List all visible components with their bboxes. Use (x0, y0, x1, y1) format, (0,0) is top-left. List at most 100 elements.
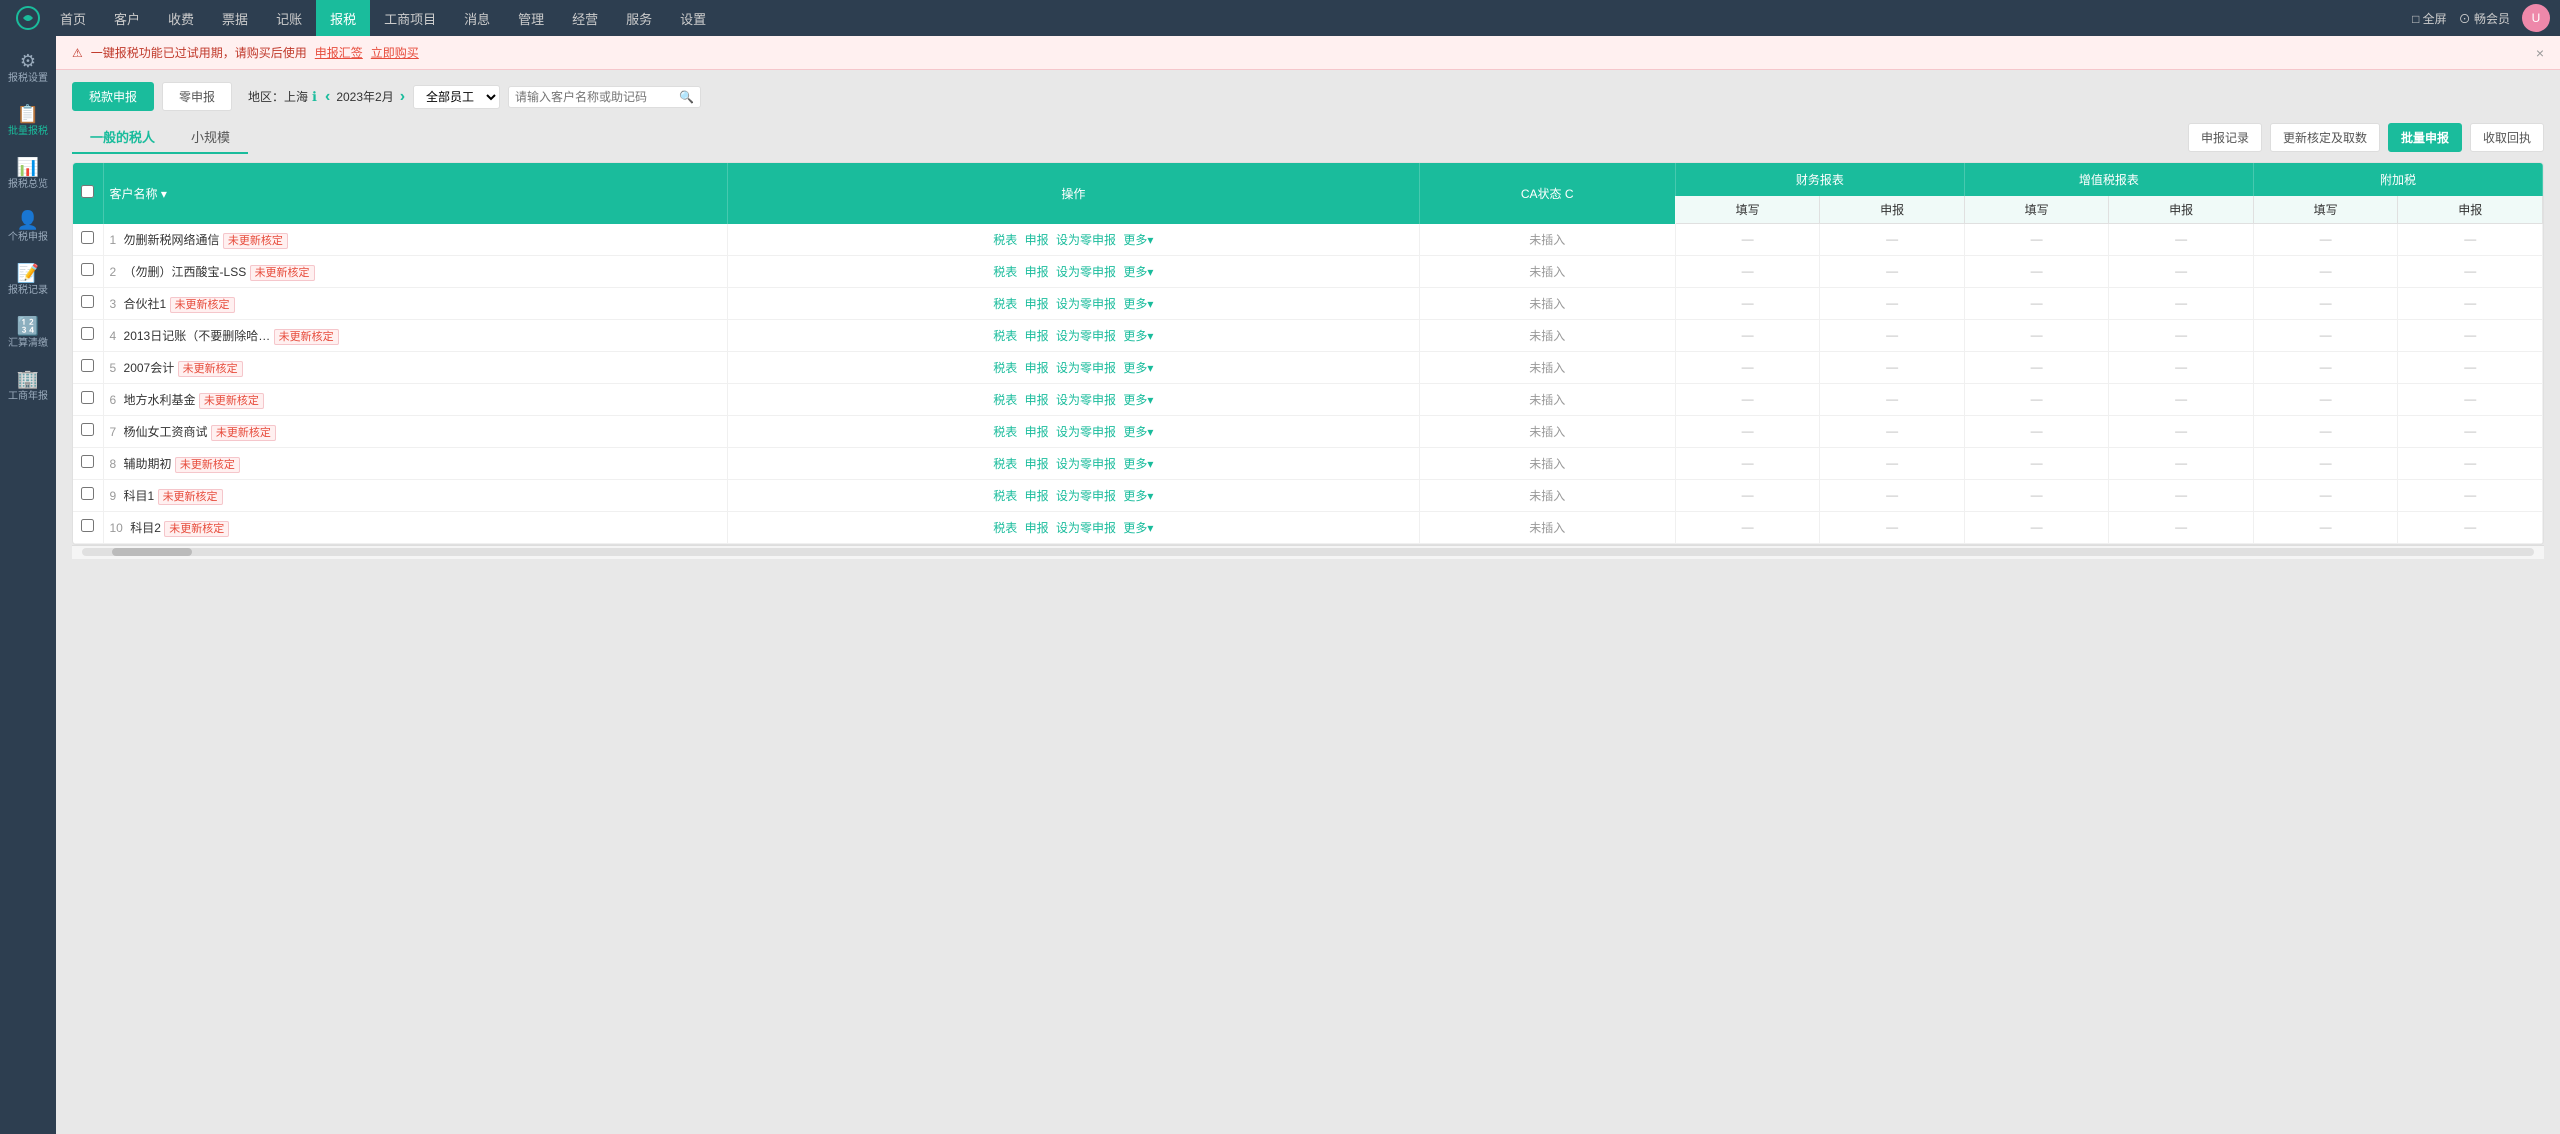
nav-business[interactable]: 工商项目 (370, 0, 450, 36)
row-checkbox-2[interactable] (81, 295, 94, 308)
member-button[interactable]: ⊙ 畅会员 (2459, 10, 2510, 27)
sidebar-item-personal-tax[interactable]: 👤 个税申报 (2, 203, 54, 252)
op-btn-0[interactable]: 税表 (993, 521, 1017, 535)
op-btn-3[interactable]: 更多▾ (1123, 489, 1153, 503)
region-info-icon[interactable]: ℹ (312, 89, 317, 105)
sidebar-item-tax-records[interactable]: 📝 报税记录 (2, 256, 54, 305)
banner-close-button[interactable]: × (2536, 45, 2544, 61)
tab-zero-declaration[interactable]: 零申报 (162, 82, 232, 111)
op-btn-3[interactable]: 更多▾ (1123, 393, 1153, 407)
op-btn-0[interactable]: 税表 (993, 233, 1017, 247)
search-icon[interactable]: 🔍 (679, 90, 694, 104)
op-btn-2[interactable]: 设为零申报 (1056, 521, 1116, 535)
op-btn-2[interactable]: 设为零申报 (1056, 457, 1116, 471)
op-btn-3[interactable]: 更多▾ (1123, 297, 1153, 311)
op-btn-0[interactable]: 税表 (993, 393, 1017, 407)
batch-tax-icon: 📋 (17, 105, 39, 123)
user-avatar[interactable]: U (2522, 4, 2550, 32)
op-btn-3[interactable]: 更多▾ (1123, 425, 1153, 439)
select-all-checkbox[interactable] (81, 185, 94, 198)
horizontal-scrollbar[interactable] (72, 545, 2544, 559)
op-btn-3[interactable]: 更多▾ (1123, 361, 1153, 375)
op-btn-1[interactable]: 申报 (1025, 329, 1049, 343)
date-next-button[interactable]: › (400, 88, 405, 106)
date-prev-button[interactable]: ‹ (325, 88, 330, 106)
unconfirmed-tag: 未更新核定 (158, 489, 223, 505)
row-checkbox-4[interactable] (81, 359, 94, 372)
op-btn-0[interactable]: 税表 (993, 329, 1017, 343)
row-checkbox-1[interactable] (81, 263, 94, 276)
nav-management[interactable]: 管理 (504, 0, 558, 36)
nav-billing[interactable]: 收费 (154, 0, 208, 36)
tab-tax-declaration[interactable]: 税款申报 (72, 82, 154, 111)
fullscreen-button[interactable]: □ 全屏 (2412, 10, 2447, 27)
op-btn-0[interactable]: 税表 (993, 489, 1017, 503)
nav-services[interactable]: 服务 (612, 0, 666, 36)
nav-bookkeeping[interactable]: 记账 (262, 0, 316, 36)
op-btn-0[interactable]: 税表 (993, 265, 1017, 279)
table-row: 5 2007会计 未更新核定 税表 申报 设为零申报 更多▾ 未插入 — — —… (73, 351, 2543, 383)
op-btn-3[interactable]: 更多▾ (1123, 521, 1153, 535)
tab-general-taxpayer[interactable]: 一般的税人 (72, 121, 173, 154)
row-checkbox-8[interactable] (81, 487, 94, 500)
op-btn-2[interactable]: 设为零申报 (1056, 489, 1116, 503)
op-btn-1[interactable]: 申报 (1025, 393, 1049, 407)
sidebar-item-business-report[interactable]: 🏢 工商年报 (2, 362, 54, 411)
unconfirmed-tag: 未更新核定 (211, 425, 276, 441)
op-btn-2[interactable]: 设为零申报 (1056, 265, 1116, 279)
op-btn-1[interactable]: 申报 (1025, 297, 1049, 311)
banner-link-buy[interactable]: 立即购买 (371, 44, 419, 61)
tab-small-scale[interactable]: 小规模 (173, 121, 248, 154)
op-btn-1[interactable]: 申报 (1025, 521, 1049, 535)
sidebar-item-batch-tax[interactable]: 📋 批量报税 (2, 97, 54, 146)
department-dropdown[interactable]: 全部员工 (413, 85, 500, 109)
op-btn-2[interactable]: 设为零申报 (1056, 425, 1116, 439)
op-btn-2[interactable]: 设为零申报 (1056, 361, 1116, 375)
op-btn-0[interactable]: 税表 (993, 361, 1017, 375)
nav-messages[interactable]: 消息 (450, 0, 504, 36)
op-btn-1[interactable]: 申报 (1025, 233, 1049, 247)
op-btn-0[interactable]: 税表 (993, 425, 1017, 439)
op-btn-2[interactable]: 设为零申报 (1056, 233, 1116, 247)
nav-home[interactable]: 首页 (46, 0, 100, 36)
scrollbar-thumb[interactable] (112, 548, 192, 556)
op-btn-1[interactable]: 申报 (1025, 489, 1049, 503)
declaration-records-button[interactable]: 申报记录 (2188, 123, 2262, 152)
op-btn-3[interactable]: 更多▾ (1123, 233, 1153, 247)
add-declare-cell: — (2398, 224, 2543, 256)
op-btn-1[interactable]: 申报 (1025, 425, 1049, 439)
receive-receipt-button[interactable]: 收取回执 (2470, 123, 2544, 152)
op-btn-0[interactable]: 税表 (993, 457, 1017, 471)
row-checkbox-3[interactable] (81, 327, 94, 340)
op-btn-3[interactable]: 更多▾ (1123, 457, 1153, 471)
op-btn-0[interactable]: 税表 (993, 297, 1017, 311)
nav-settings[interactable]: 设置 (666, 0, 720, 36)
row-checkbox-7[interactable] (81, 455, 94, 468)
unconfirmed-tag: 未更新核定 (223, 233, 288, 249)
row-checkbox-5[interactable] (81, 391, 94, 404)
op-btn-1[interactable]: 申报 (1025, 265, 1049, 279)
op-btn-2[interactable]: 设为零申报 (1056, 297, 1116, 311)
nav-invoice[interactable]: 票据 (208, 0, 262, 36)
row-checkbox-9[interactable] (81, 519, 94, 532)
op-btn-3[interactable]: 更多▾ (1123, 329, 1153, 343)
batch-declare-button[interactable]: 批量申报 (2388, 123, 2462, 152)
taxpayer-type-tabs: 一般的税人 小规模 (72, 121, 248, 154)
sidebar-item-calculation[interactable]: 🔢 汇算清缴 (2, 309, 54, 358)
op-btn-2[interactable]: 设为零申报 (1056, 329, 1116, 343)
update-quota-button[interactable]: 更新核定及取数 (2270, 123, 2380, 152)
nav-tax[interactable]: 报税 (316, 0, 370, 36)
row-checkbox-0[interactable] (81, 231, 94, 244)
add-declare-cell: — (2398, 383, 2543, 415)
sidebar-item-tax-settings[interactable]: ⚙ 报税设置 (2, 44, 54, 93)
op-btn-3[interactable]: 更多▾ (1123, 265, 1153, 279)
op-btn-1[interactable]: 申报 (1025, 361, 1049, 375)
banner-link-summary[interactable]: 申报汇签 (315, 44, 363, 61)
op-btn-2[interactable]: 设为零申报 (1056, 393, 1116, 407)
nav-operations[interactable]: 经营 (558, 0, 612, 36)
nav-customer[interactable]: 客户 (100, 0, 154, 36)
op-btn-1[interactable]: 申报 (1025, 457, 1049, 471)
search-input[interactable] (515, 90, 675, 104)
row-checkbox-6[interactable] (81, 423, 94, 436)
sidebar-item-tax-overview[interactable]: 📊 报税总览 (2, 150, 54, 199)
